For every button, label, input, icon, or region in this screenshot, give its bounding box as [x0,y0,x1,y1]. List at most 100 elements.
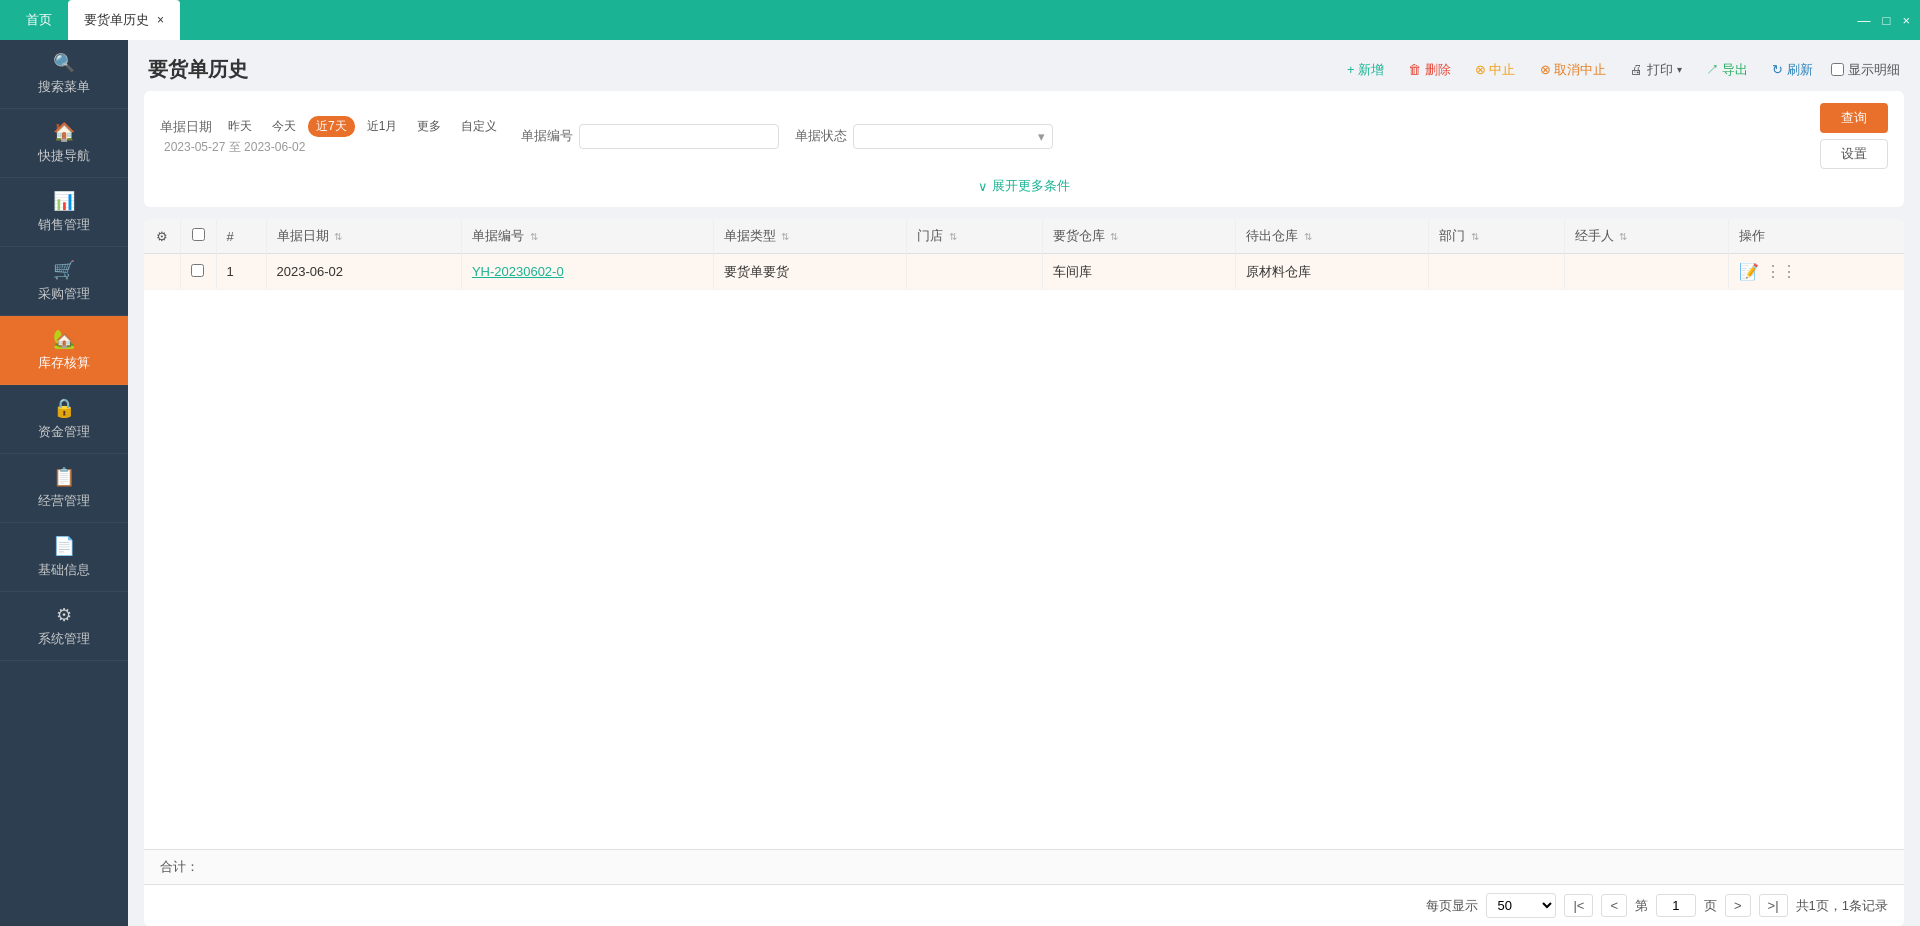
last-page-btn[interactable]: >| [1759,894,1788,917]
table-row[interactable]: 1 2023-06-02 YH-20230602-0 要货单要货 车间库 原材料… [144,254,1904,290]
delete-button[interactable]: 🗑 删除 [1402,57,1457,83]
table-body: 1 2023-06-02 YH-20230602-0 要货单要货 车间库 原材料… [144,254,1904,290]
expand-more-btn[interactable]: ∨ 展开更多条件 [160,177,1888,195]
doc-no-input[interactable] [579,124,779,149]
page-label-2: 页 [1704,897,1717,915]
toolbar: + 新增 🗑 删除 ⊗ 中止 ⊗ 取消中止 🖨 打印 ▾ ↗ 导出 [1341,57,1900,83]
cell-handler [1564,254,1728,290]
close-btn[interactable]: × [1902,13,1910,28]
content-area: 要货单历史 + 新增 🗑 删除 ⊗ 中止 ⊗ 取消中止 🖨 打印 ▾ [128,40,1920,926]
page-label: 第 [1635,897,1648,915]
sort-req-warehouse-icon[interactable]: ⇅ [1110,231,1118,242]
sidebar-item-search-menu[interactable]: 🔍 搜索菜单 [0,40,128,109]
export-button[interactable]: ↗ 导出 [1700,57,1755,83]
per-page-label: 每页显示 [1426,897,1478,915]
lock-icon: 🔒 [53,397,75,419]
sort-dept-icon[interactable]: ⇅ [1471,231,1479,242]
show-detail-checkbox-wrap[interactable]: 显示明细 [1831,61,1900,79]
col-doc-no: 单据编号 ⇅ [461,219,713,254]
status-label: 单据状态 [795,127,847,145]
table-wrap: ⚙ # 单据日期 ⇅ 单据编号 [144,219,1904,926]
page-title: 要货单历史 [148,56,248,83]
more-ops-icon[interactable]: ⋮⋮ [1765,262,1797,281]
date-opt-7days[interactable]: 近7天 [308,116,355,137]
cell-doc-date: 2023-06-02 [266,254,461,290]
check-all-checkbox[interactable] [192,228,205,241]
chevron-down-icon: ∨ [978,179,988,194]
filter-settings-button[interactable]: 设置 [1820,139,1888,169]
query-button[interactable]: 查询 [1820,103,1888,133]
cancel-stop-button[interactable]: ⊗ 取消中止 [1534,57,1613,83]
stop-button[interactable]: ⊗ 中止 [1469,57,1522,83]
date-range-text: 2023-05-27 至 2023-06-02 [164,139,305,156]
sort-handler-icon[interactable]: ⇅ [1619,231,1627,242]
sort-store-icon[interactable]: ⇅ [949,231,957,242]
date-opt-1month[interactable]: 近1月 [359,116,406,137]
tab-requisition-history[interactable]: 要货单历史 × [68,0,180,40]
date-opt-custom[interactable]: 自定义 [453,116,505,137]
cell-doc-type: 要货单要货 [713,254,906,290]
sort-doc-no-icon[interactable]: ⇅ [530,231,538,242]
col-settings: ⚙ [144,219,180,254]
col-check [180,219,216,254]
sidebar-item-sales-mgmt[interactable]: 📊 销售管理 [0,178,128,247]
date-opt-yesterday[interactable]: 昨天 [220,116,260,137]
top-bar: 首页 要货单历史 × — □ × [0,0,1920,40]
cell-pending-warehouse: 原材料仓库 [1235,254,1428,290]
cell-store [907,254,1042,290]
sort-doc-date-icon[interactable]: ⇅ [334,231,342,242]
sidebar-item-operations-mgmt[interactable]: 📋 经营管理 [0,454,128,523]
close-tab-icon[interactable]: × [157,13,164,27]
sidebar-item-finance-mgmt[interactable]: 🔒 资金管理 [0,385,128,454]
date-opt-today[interactable]: 今天 [264,116,304,137]
table-header-row: ⚙ # 单据日期 ⇅ 单据编号 [144,219,1904,254]
total-info: 共1页，1条记录 [1796,897,1888,915]
next-page-btn[interactable]: > [1725,894,1751,917]
summary-label: 合计： [160,859,199,874]
sort-doc-type-icon[interactable]: ⇅ [781,231,789,242]
house-icon: 🏡 [53,328,75,350]
col-handler: 经手人 ⇅ [1564,219,1728,254]
status-select-wrap [853,124,1053,149]
sidebar: 🔍 搜索菜单 🏠 快捷导航 📊 销售管理 🛒 采购管理 🏡 库存核算 🔒 资金管… [0,40,128,926]
cell-req-warehouse: 车间库 [1042,254,1235,290]
sidebar-item-inventory[interactable]: 🏡 库存核算 [0,316,128,385]
date-opt-more[interactable]: 更多 [409,116,449,137]
col-ops: 操作 [1729,219,1904,254]
cell-ops: 📝 ⋮⋮ [1729,254,1904,290]
summary-row: 合计： [144,849,1904,884]
document-icon: 📄 [53,535,75,557]
row-checkbox[interactable] [191,264,204,277]
settings-icon[interactable]: ⚙ [156,229,168,244]
search-icon: 🔍 [53,52,75,74]
sort-pending-warehouse-icon[interactable]: ⇅ [1304,231,1312,242]
maximize-btn[interactable]: □ [1883,13,1891,28]
col-pending-warehouse: 待出仓库 ⇅ [1235,219,1428,254]
col-num: # [216,219,266,254]
col-doc-type: 单据类型 ⇅ [713,219,906,254]
cart-icon: 🛒 [53,259,75,281]
col-dept: 部门 ⇅ [1429,219,1564,254]
sidebar-item-basic-info[interactable]: 📄 基础信息 [0,523,128,592]
sidebar-item-system-mgmt[interactable]: ⚙ 系统管理 [0,592,128,661]
new-button[interactable]: + 新增 [1341,57,1390,83]
first-page-btn[interactable]: |< [1564,894,1593,917]
refresh-button[interactable]: ↻ 刷新 [1766,57,1819,83]
date-filter-label: 单据日期 [160,118,212,136]
col-store: 门店 ⇅ [907,219,1042,254]
chart-icon: 📊 [53,190,75,212]
doc-no-link[interactable]: YH-20230602-0 [472,264,564,279]
status-select[interactable] [853,124,1053,149]
sidebar-item-quick-nav[interactable]: 🏠 快捷导航 [0,109,128,178]
tab-home[interactable]: 首页 [10,0,68,40]
page-input[interactable] [1656,894,1696,917]
minimize-btn[interactable]: — [1858,13,1871,28]
data-table: ⚙ # 单据日期 ⇅ 单据编号 [144,219,1904,290]
per-page-select[interactable]: 50 10 20 100 [1486,893,1556,918]
prev-page-btn[interactable]: < [1601,894,1627,917]
sidebar-item-purchase-mgmt[interactable]: 🛒 采购管理 [0,247,128,316]
cell-settings [144,254,180,290]
edit-icon[interactable]: 📝 [1739,262,1759,281]
show-detail-checkbox[interactable] [1831,63,1844,76]
print-button[interactable]: 🖨 打印 ▾ [1624,57,1688,83]
